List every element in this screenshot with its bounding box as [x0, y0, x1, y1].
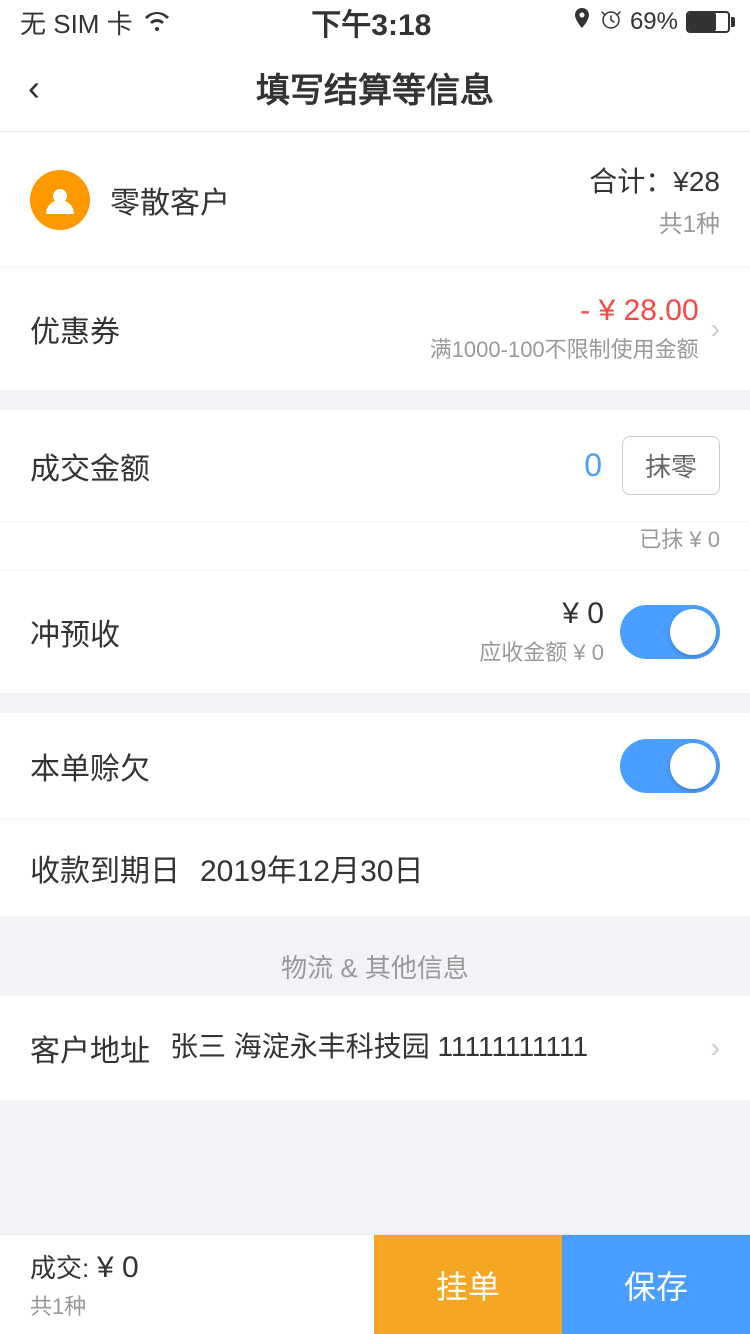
avatar: [30, 170, 90, 230]
logistics-label: 物流 & 其他信息: [281, 948, 469, 985]
status-bar: 无 SIM 卡 下午3:18 69%: [0, 0, 750, 44]
chevron-right-icon: ›: [711, 313, 720, 345]
wifi-icon: [143, 7, 171, 38]
customer-left: 零散客户: [30, 170, 230, 230]
already-rounded-text: 已抹 ¥ 0: [0, 522, 750, 570]
due-date-row: 收款到期日 2019年12月30日: [0, 819, 750, 916]
status-time: 下午3:18: [311, 0, 431, 44]
coupon-amount: - ¥ 28.00: [430, 294, 699, 328]
battery-fill: [688, 13, 716, 31]
page-title: 填写结算等信息: [256, 63, 494, 112]
bottom-deal-row: 成交: ¥ 0: [30, 1248, 344, 1285]
coupon-label: 优惠券: [30, 307, 120, 351]
customer-name: 零散客户: [110, 178, 230, 222]
logistics-divider: 物流 & 其他信息: [0, 936, 750, 996]
bottom-deal-label: 成交:: [30, 1253, 89, 1283]
bottom-summary: 成交: ¥ 0 共1种: [0, 1248, 374, 1321]
bottom-count: 共1种: [30, 1289, 344, 1321]
address-value: 张三 海淀永丰科技园 11111111111: [170, 1026, 588, 1068]
sim-text: 无 SIM 卡: [20, 4, 133, 41]
deal-amount-input[interactable]: 0: [562, 447, 602, 484]
customer-section: 零散客户 合计：¥28 共1种 优惠券 - ¥ 28.00 满1000-100不…: [0, 132, 750, 390]
bottom-deal-amount: ¥ 0: [97, 1251, 139, 1284]
debt-toggle[interactable]: [620, 739, 720, 793]
coupon-description: 满1000-100不限制使用金额: [430, 332, 699, 364]
address-left: 客户地址 张三 海淀永丰科技园 11111111111: [30, 1026, 588, 1070]
deal-amount-label: 成交金额: [30, 444, 150, 488]
precollect-amount: ¥ 0: [479, 597, 604, 631]
due-date-label: 收款到期日: [30, 846, 180, 890]
round-zero-button[interactable]: 抹零: [622, 436, 720, 495]
content: 零散客户 合计：¥28 共1种 优惠券 - ¥ 28.00 满1000-100不…: [0, 132, 750, 1230]
back-button[interactable]: ‹: [28, 67, 40, 109]
due-date-value[interactable]: 2019年12月30日: [200, 846, 423, 890]
status-left: 无 SIM 卡: [20, 4, 171, 41]
debt-row: 本单赊欠: [0, 713, 750, 819]
battery-icon: [686, 11, 730, 33]
precollect-toggle[interactable]: [620, 605, 720, 659]
debt-section: 本单赊欠 收款到期日 2019年12月30日: [0, 713, 750, 916]
status-right: 69%: [572, 8, 730, 37]
alarm-icon: [600, 8, 622, 37]
receivable-amount: 应收金额 ¥ 0: [479, 635, 604, 667]
precollect-right: ¥ 0 应收金额 ¥ 0: [479, 597, 720, 667]
address-section: 客户地址 张三 海淀永丰科技园 11111111111 ›: [0, 996, 750, 1100]
coupon-right: - ¥ 28.00 满1000-100不限制使用金额 ›: [430, 294, 720, 364]
coupon-info: - ¥ 28.00 满1000-100不限制使用金额: [430, 294, 699, 364]
battery-percent: 69%: [630, 8, 678, 36]
customer-right: 合计：¥28 共1种: [589, 160, 720, 239]
precollect-label: 冲预收: [30, 610, 120, 654]
deal-amount-section: 成交金额 0 抹零 已抹 ¥ 0 冲预收 ¥ 0 应收金额 ¥ 0: [0, 410, 750, 693]
nav-bar: ‹ 填写结算等信息: [0, 44, 750, 132]
pending-button[interactable]: 挂单: [374, 1235, 562, 1334]
address-chevron-icon: ›: [711, 1032, 720, 1064]
precollect-row: 冲预收 ¥ 0 应收金额 ¥ 0: [0, 570, 750, 693]
save-button[interactable]: 保存: [562, 1235, 750, 1334]
total-count: 共1种: [589, 204, 720, 239]
deal-amount-row: 成交金额 0 抹零: [0, 410, 750, 522]
address-row[interactable]: 客户地址 张三 海淀永丰科技园 11111111111 ›: [0, 996, 750, 1100]
location-icon: [572, 8, 592, 37]
precollect-amounts: ¥ 0 应收金额 ¥ 0: [479, 597, 604, 667]
deal-amount-right: 0 抹零: [562, 436, 720, 495]
bottom-bar: 成交: ¥ 0 共1种 挂单 保存: [0, 1234, 750, 1334]
address-key: 客户地址: [30, 1026, 150, 1070]
coupon-row[interactable]: 优惠券 - ¥ 28.00 满1000-100不限制使用金额 ›: [0, 267, 750, 390]
customer-row: 零散客户 合计：¥28 共1种: [0, 132, 750, 267]
total-amount: 合计：¥28: [589, 160, 720, 200]
debt-label: 本单赊欠: [30, 744, 150, 788]
